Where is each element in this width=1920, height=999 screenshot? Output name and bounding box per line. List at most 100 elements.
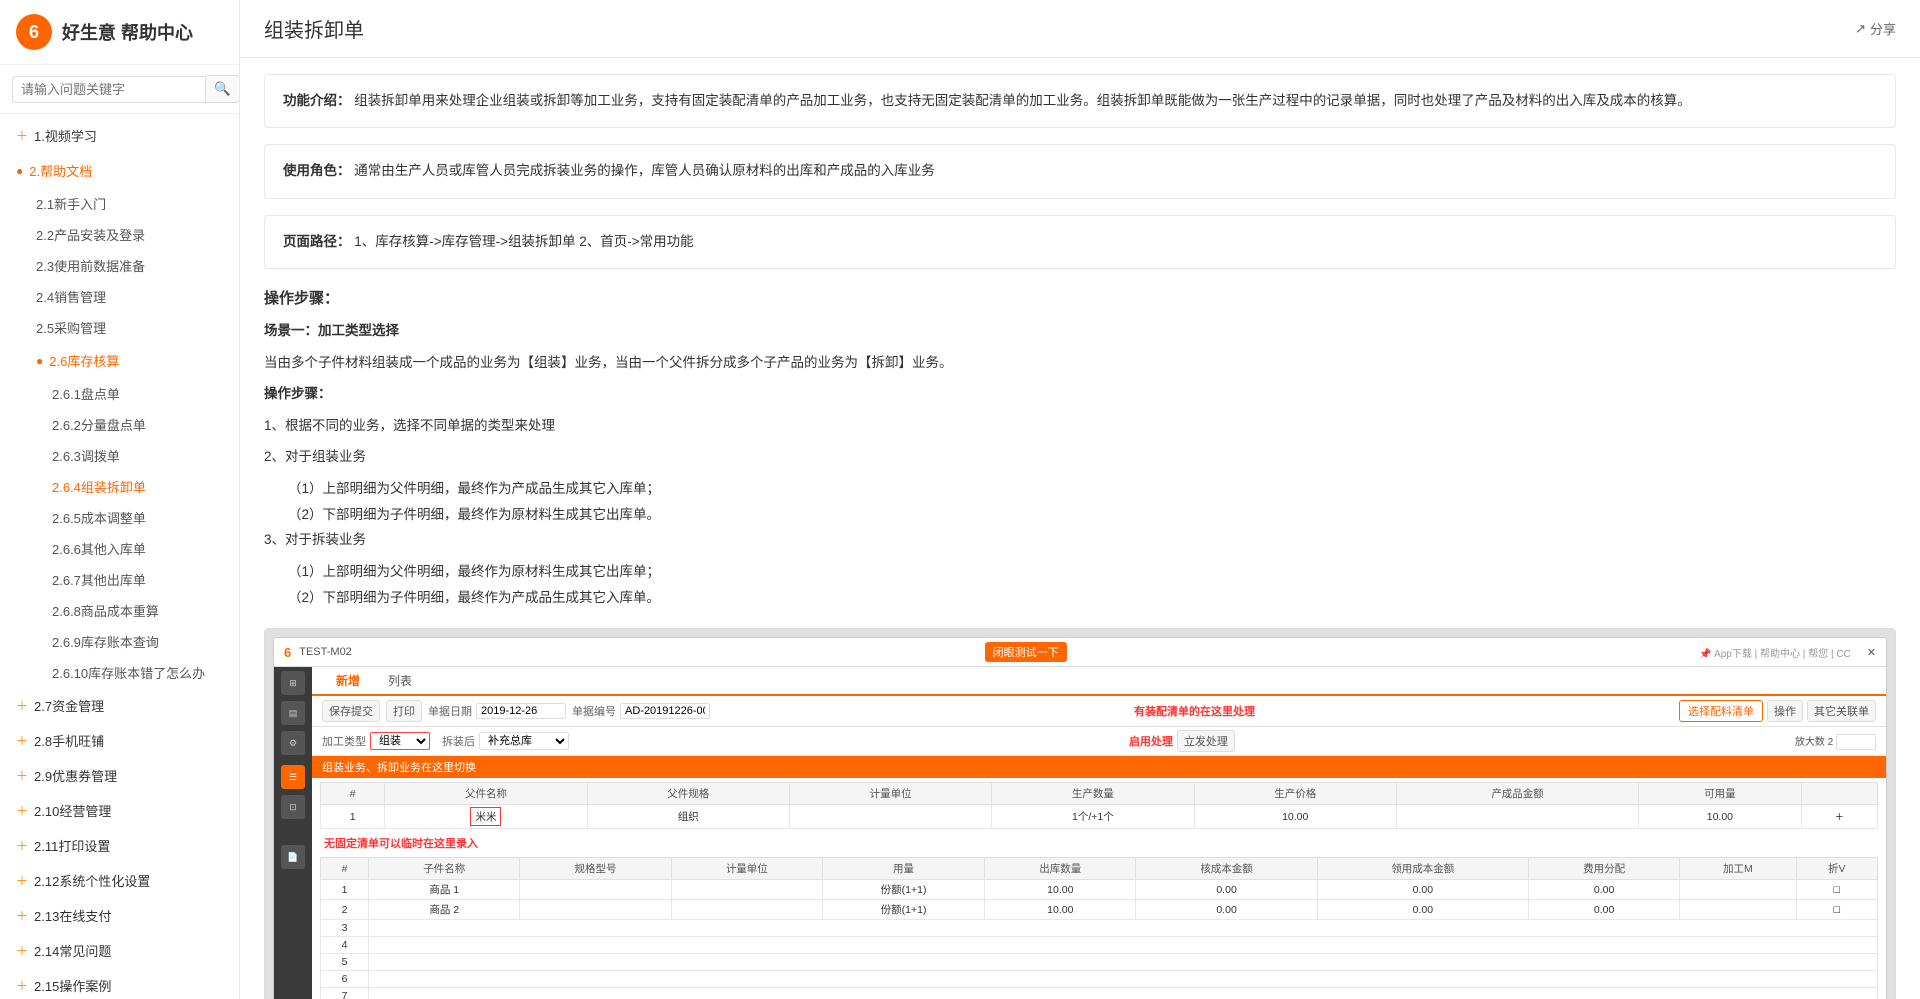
search-button[interactable]: 🔍 xyxy=(206,75,240,103)
sidebar-item-sales[interactable]: 2.4销售管理 xyxy=(0,281,239,312)
mock-th-parent-spec: 父件规格 xyxy=(587,783,789,805)
mock-close-btn[interactable]: ✕ xyxy=(1867,646,1876,659)
sidebar-item-inventory[interactable]: ● 2.6库存核算 xyxy=(0,343,239,378)
steps-label: 操作步骤： xyxy=(264,381,1896,407)
mock-lth-usage: 用量 xyxy=(822,858,984,880)
mock-logo: 6 xyxy=(284,645,291,660)
sidebar-item-faq[interactable]: ＋ 2.14常见问题 xyxy=(0,933,239,968)
sidebar-item-assembly[interactable]: 2.6.4组装拆卸单 xyxy=(0,471,239,502)
sidebar-item-label: 2.帮助文档 xyxy=(29,161,92,180)
app-title: 好生意 帮助中心 xyxy=(62,19,193,45)
mock-nav-icon-2[interactable]: ▤ xyxy=(281,701,305,725)
mock-nav-icon-5[interactable]: ⊡ xyxy=(281,795,305,819)
mock-save-btn[interactable]: 保存提交 xyxy=(322,700,380,722)
share-button[interactable]: ↗ 分享 xyxy=(1855,19,1896,38)
mock-row-add-btn[interactable]: ＋ xyxy=(1835,810,1844,823)
sidebar-item-print[interactable]: ＋ 2.11打印设置 xyxy=(0,828,239,863)
mock-upper-cell: 组织 xyxy=(587,805,789,829)
mock-wh-select[interactable]: 补充总库 xyxy=(479,732,569,750)
mock-upper-cell: 1 xyxy=(321,805,385,829)
sidebar-item-customize[interactable]: ＋ 2.12系统个性化设置 xyxy=(0,863,239,898)
sidebar-item-install[interactable]: 2.2产品安装及登录 xyxy=(0,219,239,250)
sidebar-item-transfer[interactable]: 2.6.3调拨单 xyxy=(0,440,239,471)
mock-lower-row4: 4 xyxy=(321,937,1878,954)
logo-area: 6 好生意 帮助中心 xyxy=(0,0,239,65)
sidebar-item-data-prep[interactable]: 2.3使用前数据准备 xyxy=(0,250,239,281)
mock-th-prod-price: 生产价格 xyxy=(1194,783,1396,805)
plus-icon-coupon: ＋ xyxy=(16,767,28,784)
sidebar-item-ledger-fix[interactable]: 2.6.10库存账本错了怎么办 xyxy=(0,657,239,688)
sidebar-item-ledger-query[interactable]: 2.6.9库存账本查询 xyxy=(0,626,239,657)
mock-nav-icon-1[interactable]: ⊞ xyxy=(281,671,305,695)
sidebar: 6 好生意 帮助中心 🔍 ＋ 1.视频学习 ● 2.帮助文档 2.1新手入门 2… xyxy=(0,0,240,999)
sidebar-item-mobile[interactable]: ＋ 2.8手机旺铺 xyxy=(0,723,239,758)
sidebar-item-payment[interactable]: ＋ 2.13在线支付 xyxy=(0,898,239,933)
mock-upper-cell: 1个/+1个 xyxy=(992,805,1194,829)
mock-id-input[interactable] xyxy=(620,703,710,719)
mock-lth-child-name: 子件名称 xyxy=(369,858,520,880)
mock-tab-new[interactable]: 新增 xyxy=(322,667,374,696)
mock-input-red-field[interactable]: 米米 xyxy=(470,807,501,826)
mock-upper-cell xyxy=(1396,805,1638,829)
mock-upper-cell: 10.00 xyxy=(1639,805,1801,829)
mock-nav-icon-4[interactable]: ☰ xyxy=(281,765,305,789)
mock-annotation-assembly: 组装业务、拆卸业务在这里切换 xyxy=(322,759,476,775)
mock-right-btns: 选择配料清单 操作 其它关联单 xyxy=(1679,700,1876,722)
mock-upper-cell xyxy=(789,805,991,829)
nav-section: ＋ 1.视频学习 ● 2.帮助文档 2.1新手入门 2.2产品安装及登录 2.3… xyxy=(0,114,239,999)
mock-date-input[interactable] xyxy=(476,703,566,719)
sidebar-item-partial-stocktake[interactable]: 2.6.2分量盘点单 xyxy=(0,409,239,440)
mock-icons-area: 📌 App下载 | 帮助中心 | 帮您 | CC xyxy=(1699,645,1850,660)
role-label: 使用角色： xyxy=(283,163,351,178)
sidebar-item-label: 2.9优惠券管理 xyxy=(34,766,117,785)
search-input[interactable] xyxy=(12,76,206,103)
mock-qty-area: 放大数 2 xyxy=(1795,733,1876,750)
mock-topbar-btn[interactable]: 闭眼测试一下 xyxy=(985,642,1067,662)
sidebar-item-label: 2.11打印设置 xyxy=(34,836,110,855)
sidebar-item-purchase[interactable]: 2.5采购管理 xyxy=(0,312,239,343)
sidebar-item-biz-mgmt[interactable]: ＋ 2.10经营管理 xyxy=(0,793,239,828)
path-text: 1、库存核算->库存管理->组装拆卸单 2、首页->常用功能 xyxy=(354,234,693,249)
mock-tab-list[interactable]: 列表 xyxy=(374,667,426,696)
sidebar-item-finance[interactable]: ＋ 2.7资金管理 xyxy=(0,688,239,723)
share-icon: ↗ xyxy=(1855,21,1866,37)
sidebar-item-other-out[interactable]: 2.6.7其他出库单 xyxy=(0,564,239,595)
sidebar-item-video[interactable]: ＋ 1.视频学习 xyxy=(0,118,239,153)
sidebar-item-coupon[interactable]: ＋ 2.9优惠券管理 xyxy=(0,758,239,793)
mock-annotation-bar: 组装业务、拆卸业务在这里切换 xyxy=(312,756,1886,778)
mock-date-label: 单据日期 xyxy=(428,703,472,719)
sidebar-item-newcomer[interactable]: 2.1新手入门 xyxy=(0,188,239,219)
sidebar-item-cost-recalc[interactable]: 2.6.8商品成本重算 xyxy=(0,595,239,626)
step2-2: （2）下部明细为子件明细，最终作为原材料生成其它出库单。 xyxy=(264,502,1896,528)
mock-tabs: 新增 列表 xyxy=(312,667,1886,696)
scenario1-label: 场景一：加工类型选择 xyxy=(264,318,1896,344)
mock-other-btn[interactable]: 其它关联单 xyxy=(1807,700,1876,722)
mock-th-action xyxy=(1801,783,1878,805)
mock-annotation-text2: 启用处理 xyxy=(1129,733,1173,749)
mock-qty-label: 放大数 2 xyxy=(1795,737,1833,748)
func-intro-label: 功能介绍： xyxy=(283,93,351,108)
sidebar-item-label: 2.6库存核算 xyxy=(49,351,119,370)
mock-upper-cell: ＋ xyxy=(1801,805,1878,829)
mock-action-btn[interactable]: 操作 xyxy=(1767,700,1803,722)
mock-lth-cost: 核成本金额 xyxy=(1136,858,1317,880)
mock-nav-icon-3[interactable]: ⚙ xyxy=(281,731,305,755)
plus-icon-print: ＋ xyxy=(16,837,28,854)
mock-upper-row1: 1 米米 组织 1个/+1个 10.00 xyxy=(321,805,1878,829)
mock-nav-icon-6[interactable]: 📄 xyxy=(281,845,305,869)
mock-sidebar-left: ⊞ ▤ ⚙ ☰ ⊡ 📄 xyxy=(274,667,312,999)
mock-lth-claim: 领用成本金额 xyxy=(1317,858,1528,880)
mock-print-btn[interactable]: 打印 xyxy=(386,700,422,722)
sidebar-item-other-in[interactable]: 2.6.6其他入库单 xyxy=(0,533,239,564)
sidebar-item-stocktake[interactable]: 2.6.1盘点单 xyxy=(0,378,239,409)
mock-lth-process: 加工M xyxy=(1680,858,1796,880)
mock-th-unit: 计量单位 xyxy=(789,783,991,805)
sidebar-item-cost-adjust[interactable]: 2.6.5成本调整单 xyxy=(0,502,239,533)
plus-icon: ＋ xyxy=(16,127,28,144)
mock-config-btn[interactable]: 选择配料清单 xyxy=(1679,700,1763,722)
mock-process-btn[interactable]: 立发处理 xyxy=(1177,730,1235,752)
sidebar-item-cases[interactable]: ＋ 2.15操作案例 xyxy=(0,968,239,999)
mock-qty-input[interactable] xyxy=(1836,734,1876,750)
sidebar-item-docs[interactable]: ● 2.帮助文档 xyxy=(0,153,239,188)
mock-type-select[interactable]: 组装 拆卸 xyxy=(370,732,430,750)
